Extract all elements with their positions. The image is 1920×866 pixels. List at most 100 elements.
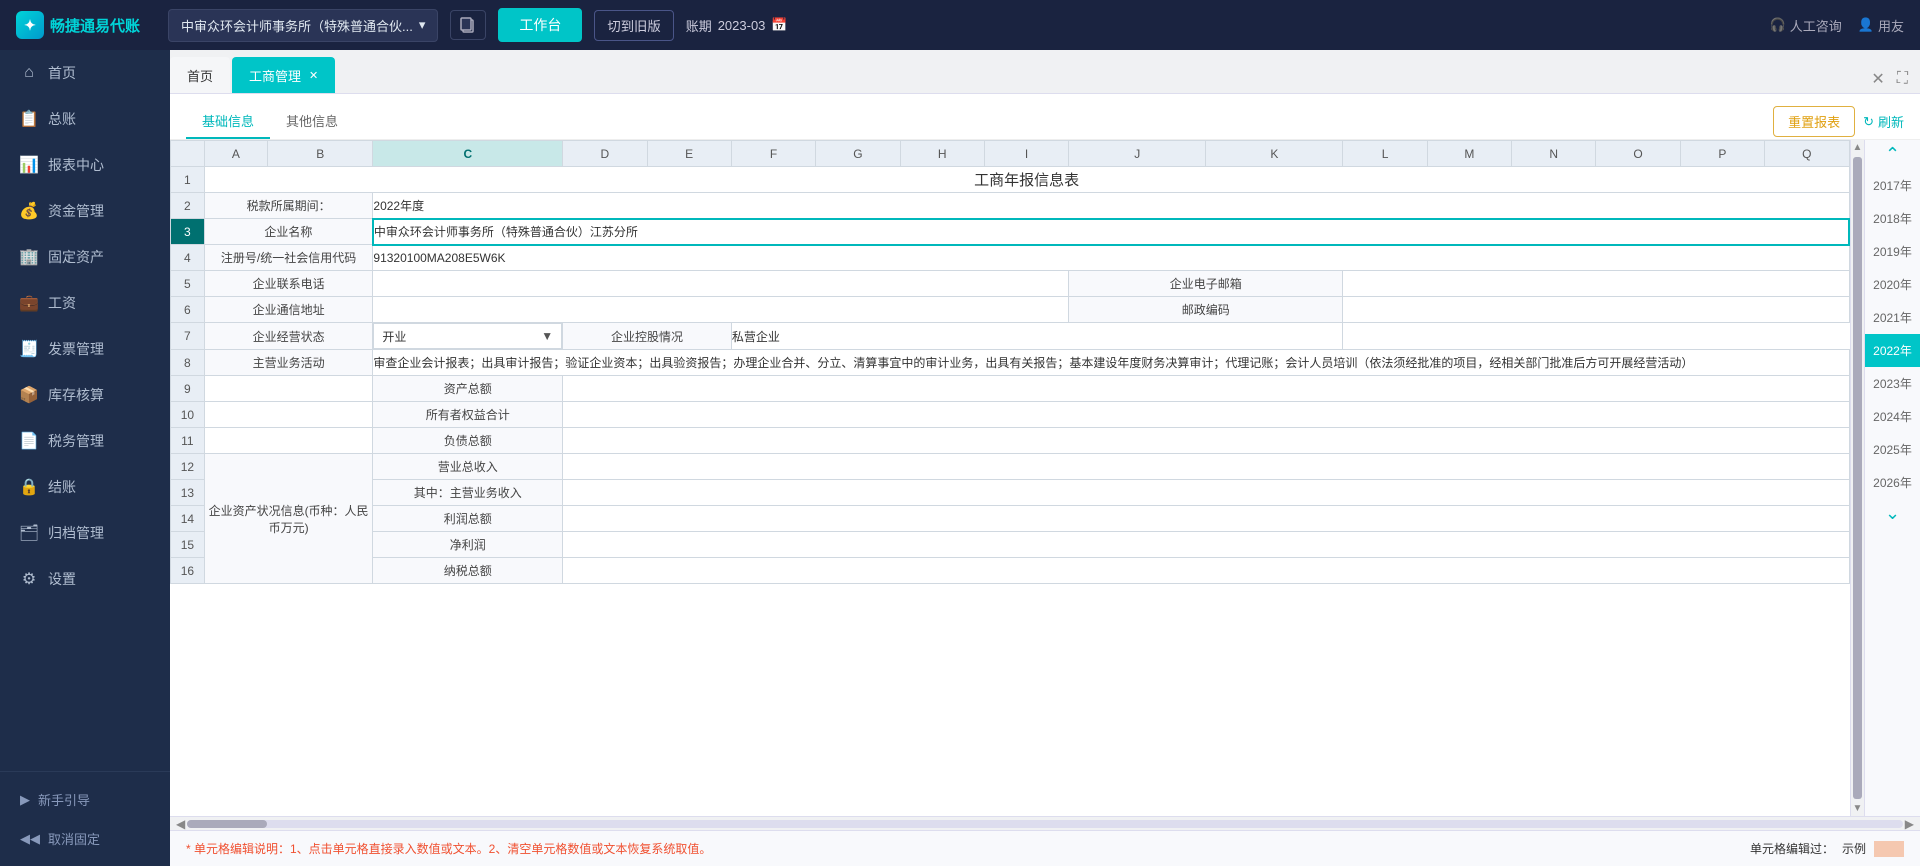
- workbench-button[interactable]: 工作台: [498, 8, 582, 42]
- switch-version-button[interactable]: 切到旧版: [594, 10, 673, 41]
- maximize-window-button[interactable]: ⛶: [1893, 66, 1912, 92]
- col-header-h[interactable]: H: [900, 141, 984, 167]
- year-item-2017年[interactable]: 2017年: [1865, 169, 1920, 202]
- cell-r6-value2[interactable]: [1343, 297, 1849, 323]
- cell-r13-value[interactable]: [563, 480, 1849, 506]
- sidebar-item-newbie[interactable]: ▶ 新手引导: [0, 780, 170, 819]
- user-menu[interactable]: 👤 用友: [1858, 16, 1904, 35]
- close-window-button[interactable]: ✕: [1867, 65, 1888, 93]
- col-header-e[interactable]: E: [647, 141, 731, 167]
- sidebar-label-ledger: 总账: [48, 109, 76, 129]
- col-header-n[interactable]: N: [1512, 141, 1596, 167]
- year-up-arrow[interactable]: ⌃: [1865, 140, 1920, 169]
- year-item-2022年[interactable]: 2022年: [1865, 334, 1920, 367]
- cell-edit-note: * 单元格编辑说明：1、点击单元格直接录入数值或文本。2、清空单元格数值或文本恢…: [186, 840, 711, 857]
- sidebar-item-finance[interactable]: 💰 资金管理: [0, 188, 170, 234]
- cell-r5-value2[interactable]: [1343, 271, 1849, 297]
- col-header-c[interactable]: C: [373, 141, 563, 167]
- sidebar-item-close[interactable]: 🔒 结账: [0, 464, 170, 510]
- cell-r12-value[interactable]: [563, 454, 1849, 480]
- app-logo: ✦ 畅捷通易代账: [16, 11, 156, 39]
- col-header-b[interactable]: B: [267, 141, 372, 167]
- cell-r8-value[interactable]: 审查企业会计报表；出具审计报告；验证企业资本；出具验资报告；办理企业合并、分立、…: [373, 350, 1849, 376]
- col-header-j[interactable]: J: [1069, 141, 1206, 167]
- year-item-2019年[interactable]: 2019年: [1865, 235, 1920, 268]
- col-header-q[interactable]: Q: [1765, 141, 1849, 167]
- scroll-thumb: [1853, 157, 1862, 799]
- sidebar-item-payroll[interactable]: 💼 工资: [0, 280, 170, 326]
- year-item-2018年[interactable]: 2018年: [1865, 202, 1920, 235]
- chevron-down-icon: ▾: [419, 17, 426, 33]
- cell-r12-rowlabel: 企业资产状况信息(币种：人民币万元): [204, 454, 373, 584]
- col-header-g[interactable]: G: [816, 141, 900, 167]
- sidebar-item-settings[interactable]: ⚙ 设置: [0, 556, 170, 602]
- sidebar-item-assets[interactable]: 🏢 固定资产: [0, 234, 170, 280]
- scroll-up-arrow[interactable]: ▲: [1851, 140, 1864, 155]
- cell-r11-value[interactable]: [563, 428, 1849, 454]
- copy-button[interactable]: [450, 10, 486, 40]
- tab-bizreg-label: 工商管理: [249, 66, 301, 85]
- sidebar-item-invoice[interactable]: 🧾 发票管理: [0, 326, 170, 372]
- spreadsheet-scroll[interactable]: A B C D E F G H I J K L: [170, 140, 1850, 816]
- table-row: 7 企业经营状态 开业▼ 企业控股情况 私营企业: [171, 323, 1850, 350]
- cell-title[interactable]: 工商年报信息表: [204, 167, 1849, 193]
- company-selector[interactable]: 中审众环会计师事务所（特殊普通合伙... ▾: [168, 9, 438, 42]
- refresh-button[interactable]: ↻ 刷新: [1863, 112, 1904, 131]
- reset-report-button[interactable]: 重置报表: [1773, 106, 1855, 137]
- col-header-i[interactable]: I: [984, 141, 1068, 167]
- cell-r10-label: 所有者权益合计: [373, 402, 563, 428]
- year-item-2025年[interactable]: 2025年: [1865, 433, 1920, 466]
- col-header-o[interactable]: O: [1596, 141, 1680, 167]
- horizontal-scrollbar[interactable]: ◀ ▶: [170, 816, 1920, 830]
- cell-r7-value[interactable]: 开业▼: [373, 323, 562, 349]
- sidebar-item-home[interactable]: ⌂ 首页: [0, 50, 170, 96]
- scroll-left-arrow[interactable]: ◀: [174, 817, 187, 831]
- sidebar-item-ledger[interactable]: 📋 总账: [0, 96, 170, 142]
- cell-r7-value2[interactable]: 私营企业: [731, 323, 1343, 350]
- cell-r15-value[interactable]: [563, 532, 1849, 558]
- col-header-f[interactable]: F: [731, 141, 815, 167]
- year-item-2021年[interactable]: 2021年: [1865, 301, 1920, 334]
- year-down-arrow[interactable]: ⌄: [1865, 499, 1920, 528]
- col-header-p[interactable]: P: [1680, 141, 1764, 167]
- cell-r4-value[interactable]: 91320100MA208E5W6K: [373, 245, 1849, 271]
- cell-r14-value[interactable]: [563, 506, 1849, 532]
- cell-r16-value[interactable]: [563, 558, 1849, 584]
- sidebar-label-archive: 归档管理: [48, 523, 104, 543]
- cell-r6-value[interactable]: [373, 297, 1069, 323]
- col-header-l[interactable]: L: [1343, 141, 1427, 167]
- sidebar-item-reports[interactable]: 📊 报表中心: [0, 142, 170, 188]
- cell-r5-value[interactable]: [373, 271, 1069, 297]
- play-icon: ▶: [20, 792, 30, 808]
- archive-icon: 🗂: [20, 524, 38, 542]
- customer-service[interactable]: 🎧 人工咨询: [1770, 16, 1842, 35]
- calendar-icon[interactable]: 📅: [771, 17, 787, 33]
- sidebar-item-inventory[interactable]: 📦 库存核算: [0, 372, 170, 418]
- sub-tab-basic[interactable]: 基础信息: [186, 104, 270, 139]
- sidebar-item-tax[interactable]: 📄 税务管理: [0, 418, 170, 464]
- tab-home[interactable]: 首页: [170, 57, 230, 93]
- year-item-2026年[interactable]: 2026年: [1865, 466, 1920, 499]
- col-header-k[interactable]: K: [1206, 141, 1343, 167]
- col-header-m[interactable]: M: [1427, 141, 1511, 167]
- sidebar-item-archive[interactable]: 🗂 归档管理: [0, 510, 170, 556]
- year-item-2024年[interactable]: 2024年: [1865, 400, 1920, 433]
- cell-r2-value[interactable]: 2022年度: [373, 193, 1849, 219]
- cell-r3-value[interactable]: 中审众环会计师事务所（特殊普通合伙）江苏分所: [373, 219, 1849, 245]
- scroll-down-arrow[interactable]: ▼: [1851, 801, 1864, 816]
- sidebar-label-reports: 报表中心: [48, 155, 104, 175]
- sub-tab-other[interactable]: 其他信息: [270, 104, 354, 139]
- cell-r10-value[interactable]: [563, 402, 1849, 428]
- scroll-right-arrow[interactable]: ▶: [1903, 817, 1916, 831]
- tab-bizreg[interactable]: 工商管理 ✕: [232, 57, 335, 93]
- cell-r9-value[interactable]: [563, 376, 1849, 402]
- hscroll-track: [187, 820, 1903, 828]
- year-item-2020年[interactable]: 2020年: [1865, 268, 1920, 301]
- year-item-2023年[interactable]: 2023年: [1865, 367, 1920, 400]
- vertical-scrollbar[interactable]: ▲ ▼: [1850, 140, 1864, 816]
- sidebar-item-unpin[interactable]: ◀◀ 取消固定: [0, 819, 170, 858]
- sidebar-label-finance: 资金管理: [48, 201, 104, 221]
- col-header-d[interactable]: D: [563, 141, 647, 167]
- tab-close-icon[interactable]: ✕: [309, 69, 318, 82]
- col-header-a[interactable]: A: [204, 141, 267, 167]
